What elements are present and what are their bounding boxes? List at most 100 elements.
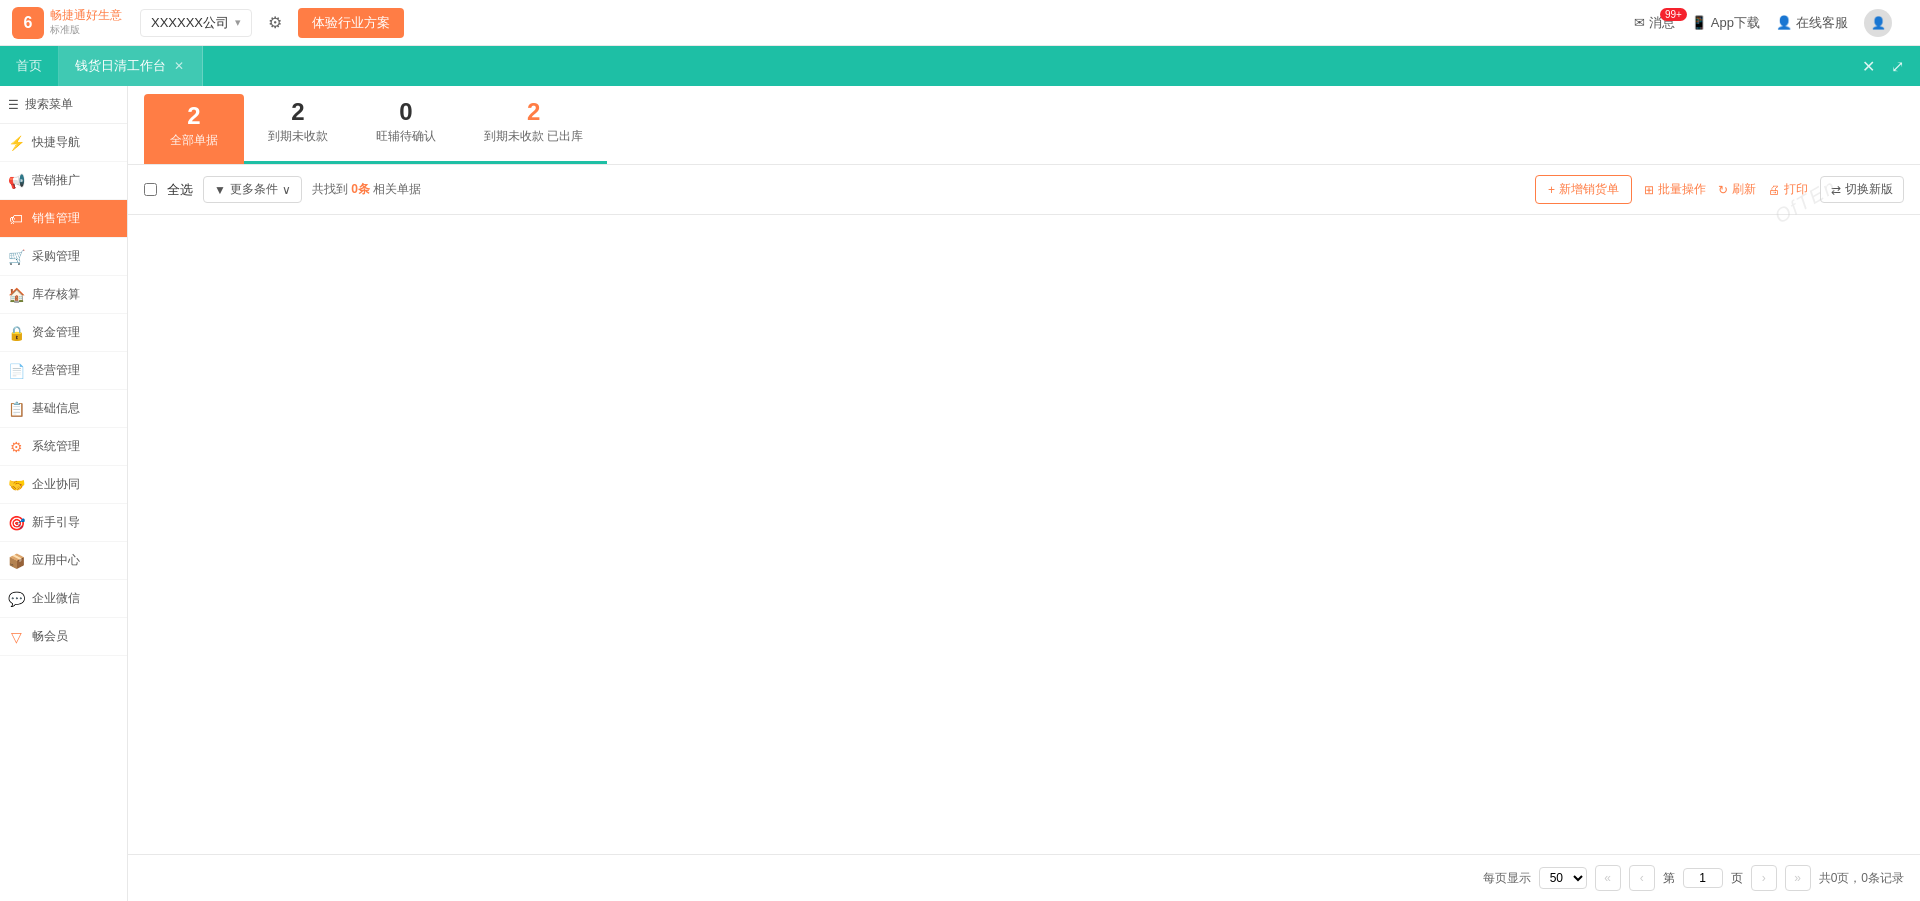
sidebar-item-basic-info-label: 基础信息 xyxy=(32,400,80,417)
page-suffix: 页 xyxy=(1731,870,1743,887)
sidebar-item-app-center[interactable]: 📦 应用中心 xyxy=(0,542,127,580)
batch-btn-label: 批量操作 xyxy=(1658,181,1706,198)
tab-bar: 首页 钱货日清工作台 ✕ ✕ ⤢ xyxy=(0,46,1920,86)
first-page-icon: « xyxy=(1604,871,1611,885)
print-button[interactable]: 🖨 打印 xyxy=(1768,181,1808,198)
operations-icon: 📄 xyxy=(8,363,24,379)
sidebar-item-operations[interactable]: 📄 经营管理 xyxy=(0,352,127,390)
guide-icon: 🎯 xyxy=(8,515,24,531)
stat-label-all: 全部单据 xyxy=(168,132,220,149)
stat-tab-shipped[interactable]: 2 到期未收款 已出库 xyxy=(460,86,607,164)
filter-button[interactable]: ▼ 更多条件 ∨ xyxy=(203,176,302,203)
tab-workbench[interactable]: 钱货日清工作台 ✕ xyxy=(59,46,203,86)
switch-btn-label: 切换新版 xyxy=(1845,181,1893,198)
tab-expand-button[interactable]: ✕ xyxy=(1858,53,1879,80)
sidebar-item-finance[interactable]: 🔒 资金管理 xyxy=(0,314,127,352)
sidebar-search-label: 搜索菜单 xyxy=(25,96,73,113)
per-page-select[interactable]: 50 xyxy=(1539,867,1587,889)
sidebar-item-member[interactable]: ▽ 畅会员 xyxy=(0,618,127,656)
switch-version-button[interactable]: ⇄ 切换新版 xyxy=(1820,176,1904,203)
sidebar-item-enterprise[interactable]: 🤝 企业协同 xyxy=(0,466,127,504)
avatar[interactable]: 👤 xyxy=(1864,9,1892,37)
stat-tab-pending[interactable]: 0 旺辅待确认 xyxy=(352,86,460,164)
tab-close-icon[interactable]: ✕ xyxy=(172,57,186,75)
company-name: XXXXXX公司 xyxy=(151,14,229,32)
tab-home[interactable]: 首页 xyxy=(0,46,59,86)
enterprise-icon: 🤝 xyxy=(8,477,24,493)
app-download-item[interactable]: 📱 App下载 xyxy=(1691,14,1760,32)
batch-operation-button[interactable]: ⊞ 批量操作 xyxy=(1644,181,1706,198)
trial-button[interactable]: 体验行业方案 xyxy=(298,8,404,38)
batch-icon: ⊞ xyxy=(1644,183,1654,197)
gear-icon: ⚙ xyxy=(268,13,282,32)
sidebar-item-purchase-label: 采购管理 xyxy=(32,248,80,265)
main-layout: ☰ 搜索菜单 ⚡ 快捷导航 📢 营销推广 🏷 销售管理 🛒 采购管理 🏠 库存核… xyxy=(0,86,1920,901)
logo-icon: 6 xyxy=(12,7,44,39)
toolbar-right: + 新增销货单 ⊞ 批量操作 ↻ 刷新 🖨 打印 ⇄ 切换新版 xyxy=(1535,175,1904,204)
sidebar-search[interactable]: ☰ 搜索菜单 xyxy=(0,86,127,124)
prev-page-button[interactable]: ‹ xyxy=(1629,865,1655,891)
refresh-icon: ↻ xyxy=(1718,183,1728,197)
found-count: 0条 xyxy=(351,182,370,196)
sidebar-item-guide[interactable]: 🎯 新手引导 xyxy=(0,504,127,542)
sidebar-item-marketing[interactable]: 📢 营销推广 xyxy=(0,162,127,200)
filter-chevron-icon: ∨ xyxy=(282,183,291,197)
first-page-button[interactable]: « xyxy=(1595,865,1621,891)
service-icon: 👤 xyxy=(1776,15,1792,30)
next-page-button[interactable]: › xyxy=(1751,865,1777,891)
avatar-icon: 👤 xyxy=(1871,16,1886,30)
select-all-checkbox[interactable] xyxy=(144,183,157,196)
content-area: 2 全部单据 2 到期未收款 0 旺辅待确认 2 到期未收款 已出库 全选 xyxy=(128,86,1920,901)
system-icon: ⚙ xyxy=(8,439,24,455)
message-item[interactable]: ✉ 消息 99+ xyxy=(1634,14,1675,32)
select-all-label: 全选 xyxy=(167,181,193,199)
sidebar-item-sales-label: 销售管理 xyxy=(32,210,80,227)
finance-icon: 🔒 xyxy=(8,325,24,341)
stat-tab-all[interactable]: 2 全部单据 xyxy=(144,94,244,164)
toolbar: 全选 ▼ 更多条件 ∨ 共找到 0条 相关单据 + 新增销货单 xyxy=(128,165,1920,215)
purchase-icon: 🛒 xyxy=(8,249,24,265)
page-number-input[interactable] xyxy=(1683,868,1723,888)
marketing-icon: 📢 xyxy=(8,173,24,189)
refresh-button[interactable]: ↻ 刷新 xyxy=(1718,181,1756,198)
sidebar-item-basic-info[interactable]: 📋 基础信息 xyxy=(0,390,127,428)
sidebar-item-system[interactable]: ⚙ 系统管理 xyxy=(0,428,127,466)
refresh-btn-label: 刷新 xyxy=(1732,181,1756,198)
online-service-item[interactable]: 👤 在线客服 xyxy=(1776,14,1848,32)
last-page-button[interactable]: » xyxy=(1785,865,1811,891)
sales-icon: 🏷 xyxy=(8,211,24,227)
tab-workbench-label: 钱货日清工作台 xyxy=(75,57,166,75)
chevron-down-icon: ▾ xyxy=(235,16,241,29)
sidebar-item-finance-label: 资金管理 xyxy=(32,324,80,341)
print-btn-label: 打印 xyxy=(1784,181,1808,198)
logo-area: 6 畅捷通好生意 标准版 xyxy=(12,7,140,39)
logo-text-block: 畅捷通好生意 标准版 xyxy=(50,8,122,36)
settings-button[interactable]: ⚙ xyxy=(260,8,290,38)
logo-sub: 标准版 xyxy=(50,23,122,37)
stat-number-all: 2 xyxy=(168,102,220,130)
stats-tabs: 2 全部单据 2 到期未收款 0 旺辅待确认 2 到期未收款 已出库 xyxy=(128,86,1920,165)
sidebar-item-inventory-label: 库存核算 xyxy=(32,286,80,303)
sidebar-item-quick-nav[interactable]: ⚡ 快捷导航 xyxy=(0,124,127,162)
tab-fullscreen-button[interactable]: ⤢ xyxy=(1887,53,1908,80)
company-selector[interactable]: XXXXXX公司 ▾ xyxy=(140,9,252,37)
sidebar-item-purchase[interactable]: 🛒 采购管理 xyxy=(0,238,127,276)
stat-label-shipped: 到期未收款 已出库 xyxy=(484,128,583,145)
message-icon: ✉ xyxy=(1634,15,1645,30)
sidebar-item-weixin[interactable]: 💬 企业微信 xyxy=(0,580,127,618)
table-area: OfTEn xyxy=(128,215,1920,854)
app-center-icon: 📦 xyxy=(8,553,24,569)
print-icon: 🖨 xyxy=(1768,183,1780,197)
watermark: OfTEn xyxy=(1771,215,1841,228)
sidebar-item-weixin-label: 企业微信 xyxy=(32,590,80,607)
stat-tab-overdue[interactable]: 2 到期未收款 xyxy=(244,86,352,164)
filter-icon: ▼ xyxy=(214,183,226,197)
add-sales-order-button[interactable]: + 新增销货单 xyxy=(1535,175,1632,204)
found-text: 共找到 0条 相关单据 xyxy=(312,181,421,198)
filter-btn-label: 更多条件 xyxy=(230,181,278,198)
sidebar-item-quick-nav-label: 快捷导航 xyxy=(32,134,80,151)
pagination: 每页显示 50 « ‹ 第 页 › » 共0页，0条记录 xyxy=(128,854,1920,901)
sidebar-item-sales[interactable]: 🏷 销售管理 xyxy=(0,200,127,238)
sidebar-item-system-label: 系统管理 xyxy=(32,438,80,455)
sidebar-item-inventory[interactable]: 🏠 库存核算 xyxy=(0,276,127,314)
